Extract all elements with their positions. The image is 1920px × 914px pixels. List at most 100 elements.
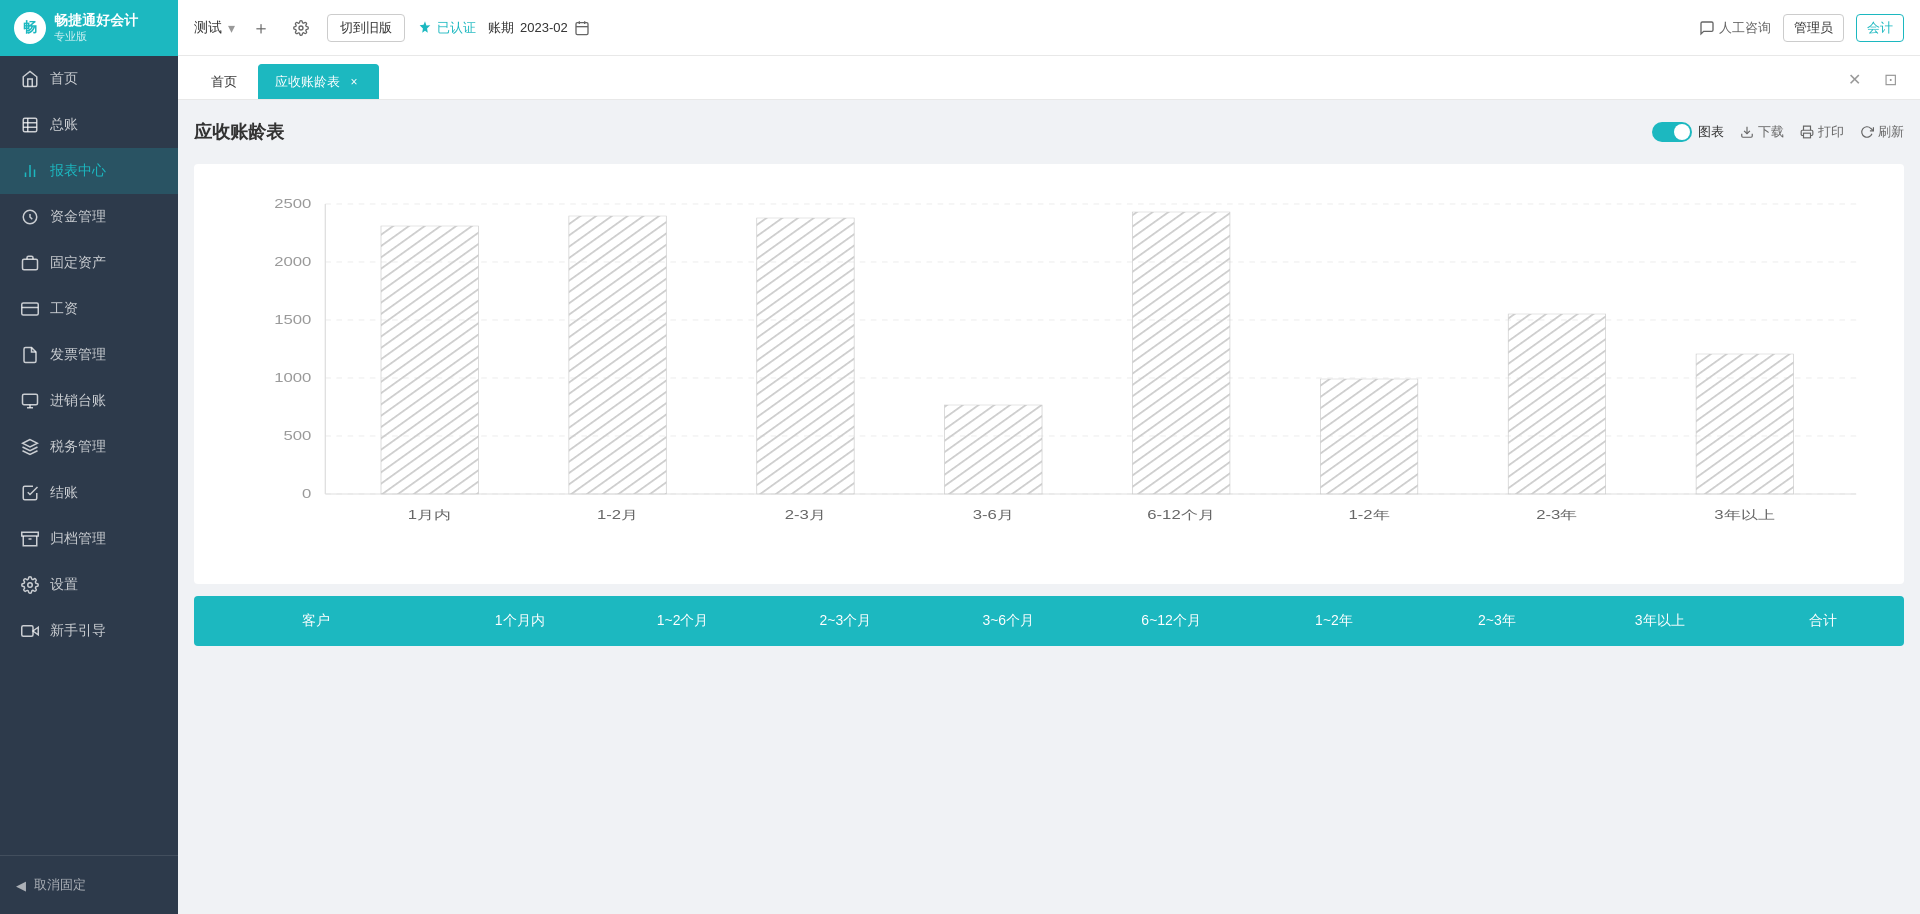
bar-5 bbox=[1133, 212, 1230, 494]
svg-rect-20 bbox=[576, 22, 588, 34]
sidebar-item-tax[interactable]: 税务管理 bbox=[0, 424, 178, 470]
sidebar-item-label: 总账 bbox=[50, 116, 78, 134]
accountant-role-button[interactable]: 会计 bbox=[1856, 14, 1904, 42]
svg-text:500: 500 bbox=[284, 429, 312, 442]
refresh-label: 刷新 bbox=[1878, 123, 1904, 141]
sidebar-item-label: 报表中心 bbox=[50, 162, 106, 180]
svg-text:2000: 2000 bbox=[274, 255, 311, 268]
sidebar-item-ledger[interactable]: 总账 bbox=[0, 102, 178, 148]
sidebar-item-inventory[interactable]: 进销台账 bbox=[0, 378, 178, 424]
sidebar-item-label: 归档管理 bbox=[50, 530, 106, 548]
sidebar-item-salary[interactable]: 工资 bbox=[0, 286, 178, 332]
chart-toggle[interactable] bbox=[1652, 122, 1692, 142]
sidebar-item-label: 固定资产 bbox=[50, 254, 106, 272]
chevron-down-icon[interactable]: ▾ bbox=[228, 20, 235, 36]
col-customer: 客户 bbox=[194, 596, 438, 646]
tab-close-button[interactable]: × bbox=[346, 74, 362, 90]
add-button[interactable]: ＋ bbox=[247, 14, 275, 42]
sidebar-item-close-accounts[interactable]: 结账 bbox=[0, 470, 178, 516]
col-1-2y: 1~2年 bbox=[1253, 596, 1416, 646]
col-2-3m: 2~3个月 bbox=[764, 596, 927, 646]
bar-8 bbox=[1696, 354, 1793, 494]
svg-text:1-2月: 1-2月 bbox=[597, 508, 638, 521]
svg-text:2-3月: 2-3月 bbox=[785, 508, 826, 521]
sidebar-item-assets[interactable]: 固定资产 bbox=[0, 240, 178, 286]
bar-1 bbox=[381, 226, 478, 494]
col-3-6m: 3~6个月 bbox=[927, 596, 1090, 646]
col-3yp: 3年以上 bbox=[1578, 596, 1741, 646]
sidebar-item-invoice[interactable]: 发票管理 bbox=[0, 332, 178, 378]
switch-version-button[interactable]: 切到旧版 bbox=[327, 14, 405, 42]
svg-text:3年以上: 3年以上 bbox=[1714, 508, 1775, 521]
download-label: 下载 bbox=[1758, 123, 1784, 141]
svg-rect-0 bbox=[23, 118, 37, 132]
salary-icon bbox=[20, 299, 40, 319]
expand-button[interactable]: ⊡ bbox=[1876, 65, 1904, 93]
col-1m: 1个月内 bbox=[438, 596, 601, 646]
svg-marker-17 bbox=[33, 627, 38, 635]
consult-button[interactable]: 人工咨询 bbox=[1699, 19, 1771, 37]
home-icon bbox=[20, 69, 40, 89]
bar-4 bbox=[945, 405, 1042, 494]
funds-icon bbox=[20, 207, 40, 227]
sidebar-item-home[interactable]: 首页 bbox=[0, 56, 178, 102]
pin-button[interactable]: ◀ 取消固定 bbox=[0, 866, 178, 904]
reports-icon bbox=[20, 161, 40, 181]
tab-home[interactable]: 首页 bbox=[194, 64, 254, 99]
svg-rect-8 bbox=[23, 259, 38, 270]
sidebar-item-label: 发票管理 bbox=[50, 346, 106, 364]
svg-point-16 bbox=[28, 583, 33, 588]
svg-text:2-3年: 2-3年 bbox=[1536, 508, 1577, 521]
topbar: 测试 ▾ ＋ 切到旧版 已认证 账期 2023-02 人工咨询 管理员 会计 bbox=[178, 0, 1920, 56]
col-2-3y: 2~3年 bbox=[1415, 596, 1578, 646]
sidebar-item-archive[interactable]: 归档管理 bbox=[0, 516, 178, 562]
svg-rect-25 bbox=[1804, 133, 1811, 138]
svg-rect-9 bbox=[22, 303, 39, 315]
invoice-icon bbox=[20, 345, 40, 365]
svg-point-19 bbox=[299, 26, 303, 30]
close-accounts-icon bbox=[20, 483, 40, 503]
sidebar-item-settings[interactable]: 设置 bbox=[0, 562, 178, 608]
tabbar: 首页 应收账龄表 × ✕ ⊡ bbox=[178, 56, 1920, 100]
sidebar-bottom: ◀ 取消固定 bbox=[0, 855, 178, 914]
report-actions: 图表 下载 打印 刷新 bbox=[1652, 122, 1904, 142]
print-button[interactable]: 打印 bbox=[1800, 123, 1844, 141]
manager-role-button[interactable]: 管理员 bbox=[1783, 14, 1844, 42]
sidebar-item-label: 结账 bbox=[50, 484, 78, 502]
chart-toggle-wrap: 图表 bbox=[1652, 122, 1724, 142]
ledger-icon bbox=[20, 115, 40, 135]
svg-text:1-2年: 1-2年 bbox=[1348, 508, 1389, 521]
tab-report-label: 应收账龄表 bbox=[275, 73, 340, 91]
settings-icon bbox=[20, 575, 40, 595]
sidebar-item-reports[interactable]: 报表中心 bbox=[0, 148, 178, 194]
sidebar-item-tutorial[interactable]: 新手引导 bbox=[0, 608, 178, 654]
report-title: 应收账龄表 bbox=[194, 120, 284, 144]
tab-report[interactable]: 应收账龄表 × bbox=[258, 64, 379, 99]
col-total: 合计 bbox=[1741, 596, 1904, 646]
sidebar-item-label: 税务管理 bbox=[50, 438, 106, 456]
content-area: 应收账龄表 图表 下载 打印 刷新 bbox=[178, 100, 1920, 914]
svg-rect-14 bbox=[22, 532, 39, 536]
table-header: 客户 1个月内 1~2个月 2~3个月 3~6个月 6~12个月 1~2年 2~… bbox=[194, 596, 1904, 646]
project-label: 测试 bbox=[194, 19, 222, 37]
assets-icon bbox=[20, 253, 40, 273]
sidebar-item-label: 设置 bbox=[50, 576, 78, 594]
col-1-2m: 1~2个月 bbox=[601, 596, 764, 646]
refresh-button[interactable]: 刷新 bbox=[1860, 123, 1904, 141]
period-info: 账期 2023-02 bbox=[488, 19, 590, 37]
svg-rect-18 bbox=[22, 626, 33, 637]
archive-icon bbox=[20, 529, 40, 549]
sidebar-item-label: 资金管理 bbox=[50, 208, 106, 226]
sidebar-item-funds[interactable]: 资金管理 bbox=[0, 194, 178, 240]
tax-icon bbox=[20, 437, 40, 457]
app-edition: 专业版 bbox=[54, 29, 138, 44]
logo-icon: 畅 bbox=[14, 12, 46, 44]
svg-text:1500: 1500 bbox=[274, 313, 311, 326]
svg-text:1月内: 1月内 bbox=[408, 508, 452, 521]
settings-button[interactable] bbox=[287, 14, 315, 42]
sidebar-item-label: 新手引导 bbox=[50, 622, 106, 640]
download-button[interactable]: 下载 bbox=[1740, 123, 1784, 141]
close-tab-button[interactable]: ✕ bbox=[1840, 65, 1868, 93]
tabbar-actions: ✕ ⊡ bbox=[1840, 65, 1904, 93]
sidebar-item-label: 进销台账 bbox=[50, 392, 106, 410]
